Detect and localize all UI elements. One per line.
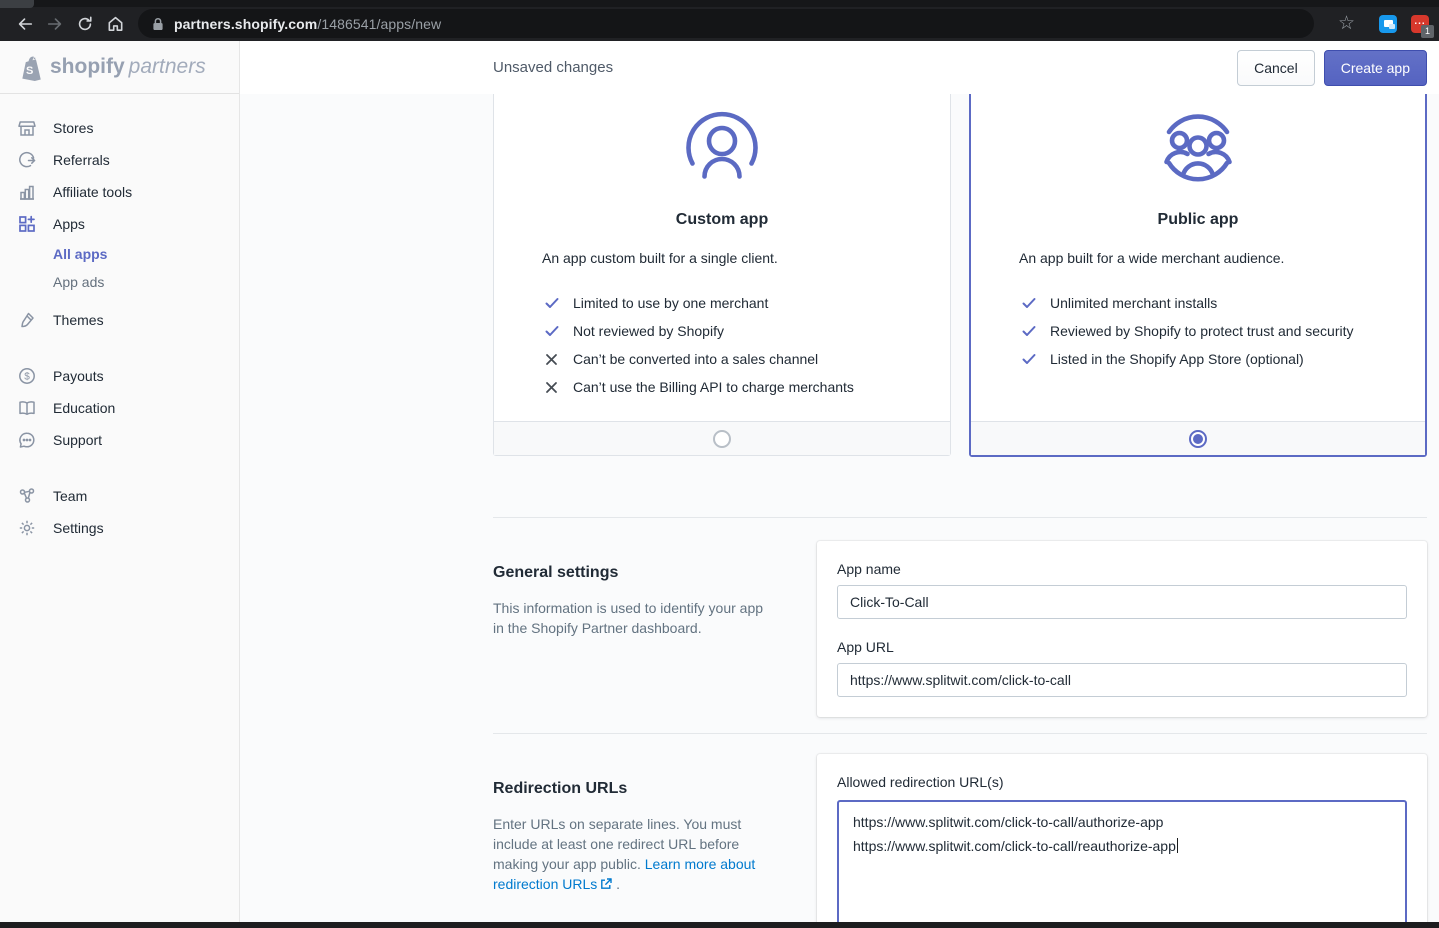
sidebar: S shopify partners Stores Referrals Affil… bbox=[0, 41, 240, 922]
url-host: partners.shopify.com bbox=[174, 15, 318, 32]
sidebar-item-apps[interactable]: Apps bbox=[0, 208, 239, 240]
text-caret bbox=[1176, 838, 1178, 853]
general-settings-heading: General settings bbox=[493, 564, 619, 581]
people-group-icon bbox=[1164, 114, 1232, 182]
sidebar-item-education[interactable]: Education bbox=[0, 392, 239, 424]
check-icon bbox=[544, 323, 560, 339]
bar-chart-icon bbox=[17, 182, 37, 202]
sidebar-nav: Stores Referrals Affiliate tools Apps Al… bbox=[0, 94, 239, 544]
feature-row: Not reviewed by Shopify bbox=[544, 317, 950, 345]
education-icon bbox=[17, 398, 37, 418]
bottom-window-edge bbox=[0, 922, 1439, 928]
custom-app-description: An app custom built for a single client. bbox=[542, 250, 778, 266]
public-app-card[interactable]: Public app An app built for a wide merch… bbox=[969, 94, 1427, 457]
app-name-label: App name bbox=[837, 561, 901, 577]
app-url-input[interactable] bbox=[837, 663, 1407, 697]
sidebar-item-payouts[interactable]: $ Payouts bbox=[0, 360, 239, 392]
app-url-label: App URL bbox=[837, 639, 894, 655]
store-icon bbox=[17, 118, 37, 138]
external-link-icon bbox=[600, 875, 612, 895]
redirection-urls-textarea[interactable]: https://www.splitwit.com/click-to-call/a… bbox=[837, 800, 1407, 922]
custom-app-radio[interactable] bbox=[713, 429, 731, 448]
chrome-top-strip bbox=[0, 0, 1439, 7]
public-app-radio-row[interactable] bbox=[971, 421, 1425, 455]
svg-text:S: S bbox=[26, 65, 33, 77]
feature-row: Listed in the Shopify App Store (optiona… bbox=[1021, 345, 1425, 373]
themes-icon bbox=[17, 310, 37, 330]
redirect-url-line: https://www.splitwit.com/click-to-call/a… bbox=[853, 814, 1164, 830]
url-path: /1486541/apps/new bbox=[317, 15, 442, 32]
redirection-urls-heading: Redirection URLs bbox=[493, 780, 628, 797]
check-icon bbox=[1021, 295, 1037, 311]
sidebar-item-stores[interactable]: Stores bbox=[0, 112, 239, 144]
bookmark-star-icon[interactable]: ☆ bbox=[1338, 12, 1355, 35]
sidebar-item-settings[interactable]: Settings bbox=[0, 512, 239, 544]
check-icon bbox=[544, 295, 560, 311]
support-chat-icon bbox=[17, 430, 37, 450]
custom-app-radio-row[interactable] bbox=[494, 421, 950, 455]
public-app-description: An app built for a wide merchant audienc… bbox=[1019, 250, 1285, 266]
page-header: Unsaved changes Cancel Create app bbox=[240, 41, 1439, 94]
public-app-feature-list: Unlimited merchant installs Reviewed by … bbox=[971, 289, 1425, 373]
feature-row: Can’t use the Billing API to charge merc… bbox=[544, 373, 950, 401]
check-icon bbox=[1021, 351, 1037, 367]
check-icon bbox=[1021, 323, 1037, 339]
apps-icon bbox=[17, 214, 37, 234]
redirection-urls-card: Allowed redirection URL(s) https://www.s… bbox=[817, 754, 1427, 922]
extension-red-icon[interactable]: ... 1 bbox=[1411, 14, 1434, 38]
custom-app-feature-list: Limited to use by one merchant Not revie… bbox=[494, 289, 950, 401]
settings-gear-icon bbox=[17, 518, 37, 538]
forward-button[interactable] bbox=[40, 9, 70, 39]
feature-row: Reviewed by Shopify to protect trust and… bbox=[1021, 317, 1425, 345]
public-app-title: Public app bbox=[1157, 211, 1239, 228]
svg-text:$: $ bbox=[24, 372, 30, 383]
logo-wordmark: shopify partners bbox=[50, 55, 206, 78]
team-icon bbox=[17, 486, 37, 506]
extension-badge: 1 bbox=[1421, 24, 1434, 38]
sidebar-item-affiliate-tools[interactable]: Affiliate tools bbox=[0, 176, 239, 208]
url-text: partners.shopify.com/1486541/apps/new bbox=[174, 16, 441, 32]
referrals-icon bbox=[17, 150, 37, 170]
payouts-icon: $ bbox=[17, 366, 37, 386]
feature-row: Limited to use by one merchant bbox=[544, 289, 950, 317]
custom-app-title: Custom app bbox=[675, 211, 769, 228]
extension-blue-icon[interactable] bbox=[1379, 14, 1397, 33]
single-person-icon bbox=[686, 111, 758, 179]
home-button[interactable] bbox=[100, 9, 130, 39]
feature-row: Can’t be converted into a sales channel bbox=[544, 345, 950, 373]
sidebar-item-app-ads[interactable]: App ads bbox=[0, 268, 239, 296]
custom-app-card[interactable]: Custom app An app custom built for a sin… bbox=[493, 94, 951, 456]
app-name-input[interactable] bbox=[837, 585, 1407, 619]
sidebar-item-all-apps[interactable]: All apps bbox=[0, 240, 239, 268]
redirection-urls-description: Enter URLs on separate lines. You must i… bbox=[493, 814, 773, 895]
sidebar-item-support[interactable]: Support bbox=[0, 424, 239, 456]
sidebar-item-referrals[interactable]: Referrals bbox=[0, 144, 239, 176]
general-settings-card: App name App URL bbox=[817, 541, 1427, 717]
redirect-url-line: https://www.splitwit.com/click-to-call/r… bbox=[853, 838, 1178, 854]
sidebar-item-themes[interactable]: Themes bbox=[0, 304, 239, 336]
general-settings-section: General settings This information is use… bbox=[493, 518, 1427, 717]
reload-button[interactable] bbox=[70, 9, 100, 39]
allowed-redirection-urls-label: Allowed redirection URL(s) bbox=[837, 774, 1004, 790]
page-content: Custom app An app custom built for a sin… bbox=[240, 94, 1439, 922]
redirection-urls-section: Redirection URLs Enter URLs on separate … bbox=[493, 734, 1427, 922]
browser-chrome: partners.shopify.com/1486541/apps/new ☆ … bbox=[0, 0, 1439, 41]
browser-tab-stub bbox=[0, 0, 34, 8]
x-icon bbox=[544, 352, 560, 367]
shopify-partners-logo[interactable]: S shopify partners bbox=[0, 41, 239, 94]
shopify-bag-icon: S bbox=[22, 55, 41, 81]
address-bar[interactable]: partners.shopify.com/1486541/apps/new bbox=[138, 9, 1314, 38]
unsaved-changes-status: Unsaved changes bbox=[493, 59, 614, 76]
x-icon bbox=[544, 380, 560, 395]
create-app-button[interactable]: Create app bbox=[1323, 49, 1427, 86]
ssl-lock-icon bbox=[152, 17, 164, 31]
sidebar-item-team[interactable]: Team bbox=[0, 480, 239, 512]
back-button[interactable] bbox=[10, 9, 40, 39]
general-settings-description: This information is used to identify you… bbox=[493, 600, 764, 636]
app-type-chooser: Custom app An app custom built for a sin… bbox=[493, 94, 1427, 457]
feature-row: Unlimited merchant installs bbox=[1021, 289, 1425, 317]
cancel-button[interactable]: Cancel bbox=[1237, 49, 1315, 86]
public-app-radio[interactable] bbox=[1189, 429, 1207, 448]
